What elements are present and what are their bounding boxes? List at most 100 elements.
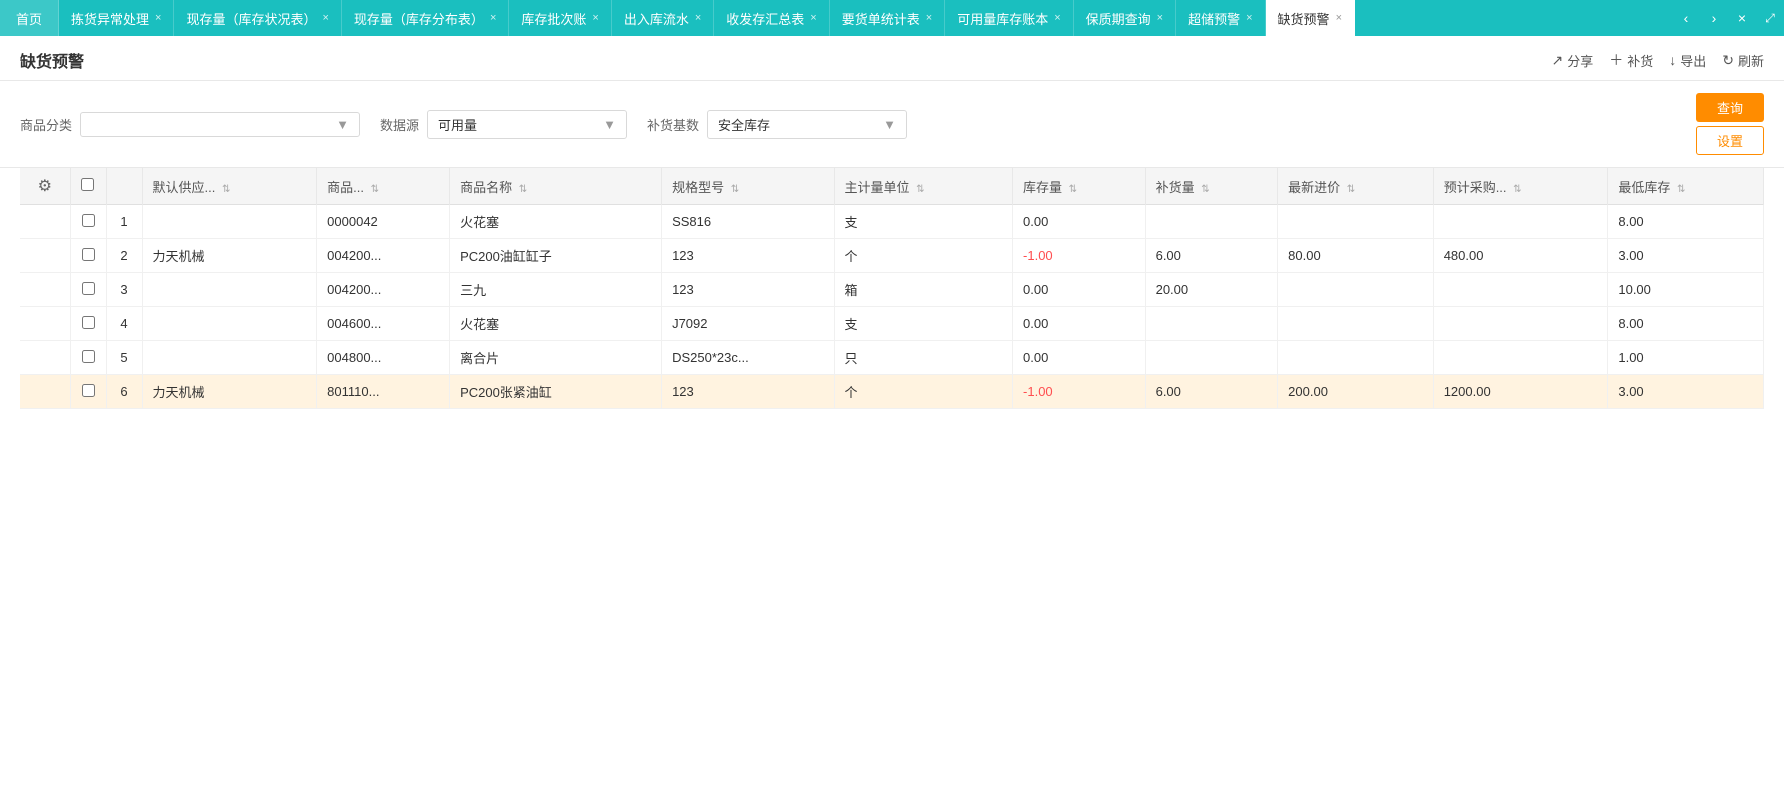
- tab-close-batch-account[interactable]: ×: [592, 12, 598, 24]
- tab-close-shortage[interactable]: ×: [1336, 12, 1342, 24]
- row-checkbox[interactable]: [82, 214, 95, 227]
- col-product-code-header[interactable]: 商品... ⇅: [317, 168, 450, 205]
- settings-button[interactable]: 设置: [1696, 126, 1764, 155]
- col-supplier-header[interactable]: 默认供应... ⇅: [142, 168, 317, 205]
- row-estimated-purchase-cell: 1200.00: [1433, 375, 1608, 409]
- row-checkbox[interactable]: [82, 384, 95, 397]
- tab-receive-summary[interactable]: 收发存汇总表 ×: [714, 0, 829, 36]
- row-min-stock-cell: 1.00: [1608, 341, 1764, 375]
- tab-close-available-ledger[interactable]: ×: [1054, 12, 1060, 24]
- row-replenish-qty-cell: [1145, 307, 1278, 341]
- col-latest-price-header[interactable]: 最新进价 ⇅: [1278, 168, 1434, 205]
- min-stock-sort-icon: ⇅: [1677, 184, 1685, 195]
- col-num-header: [106, 168, 142, 205]
- tab-inventory-dist[interactable]: 现存量（库存分布表） ×: [342, 0, 509, 36]
- refresh-icon: ↻: [1722, 52, 1734, 69]
- row-settings-cell: [20, 239, 70, 273]
- tab-exception[interactable]: 拣货异常处理 ×: [59, 0, 174, 36]
- tab-close-inout-flow[interactable]: ×: [695, 12, 701, 24]
- row-checkbox-cell[interactable]: [70, 205, 106, 239]
- col-estimated-purchase-header[interactable]: 预计采购... ⇅: [1433, 168, 1608, 205]
- row-checkbox-cell[interactable]: [70, 273, 106, 307]
- tab-batch-account[interactable]: 库存批次账 ×: [509, 0, 611, 36]
- col-stock-header[interactable]: 库存量 ⇅: [1013, 168, 1146, 205]
- row-spec-cell: SS816: [662, 205, 834, 239]
- row-stock-cell: 0.00: [1013, 307, 1146, 341]
- row-checkbox-cell[interactable]: [70, 307, 106, 341]
- tab-close-expiry-query[interactable]: ×: [1157, 12, 1163, 24]
- col-replenish-header[interactable]: 补货量 ⇅: [1145, 168, 1278, 205]
- tab-prev-button[interactable]: ‹: [1672, 10, 1700, 26]
- refresh-button[interactable]: ↻ 刷新: [1722, 51, 1764, 70]
- replenish-sort-icon: ⇅: [1201, 184, 1209, 195]
- main-content: 缺货预警 ↗ 分享 ＋ 补货 ↓ 导出 ↻ 刷新: [0, 36, 1784, 796]
- row-min-stock-cell: 8.00: [1608, 307, 1764, 341]
- tab-inout-flow[interactable]: 出入库流水 ×: [612, 0, 714, 36]
- row-product-name-cell: 离合片: [450, 341, 662, 375]
- row-num-cell: 3: [106, 273, 142, 307]
- query-button[interactable]: 查询: [1696, 93, 1764, 122]
- row-stock-cell: 0.00: [1013, 273, 1146, 307]
- row-checkbox[interactable]: [82, 316, 95, 329]
- tab-overstock[interactable]: 超储预警 ×: [1176, 0, 1265, 36]
- tab-close-receive-summary[interactable]: ×: [810, 12, 816, 24]
- tab-demand-stats[interactable]: 要货单统计表 ×: [830, 0, 945, 36]
- row-spec-cell: 123: [662, 273, 834, 307]
- tab-shortage[interactable]: 缺货预警 ×: [1266, 0, 1355, 36]
- row-checkbox-cell[interactable]: [70, 375, 106, 409]
- share-button[interactable]: ↗ 分享: [1551, 51, 1593, 70]
- row-num-cell: 6: [106, 375, 142, 409]
- row-product-name-cell: 火花塞: [450, 205, 662, 239]
- col-settings[interactable]: ⚙: [20, 168, 70, 205]
- replenish-basis-select-arrow: ▼: [883, 117, 896, 132]
- select-all-checkbox[interactable]: [81, 178, 94, 191]
- row-supplier-cell: [142, 307, 317, 341]
- row-product-code-cell: 0000042: [317, 205, 450, 239]
- tab-inventory-status[interactable]: 现存量（库存状况表） ×: [174, 0, 341, 36]
- col-min-stock-header[interactable]: 最低库存 ⇅: [1608, 168, 1764, 205]
- row-checkbox-cell[interactable]: [70, 239, 106, 273]
- tab-home[interactable]: 首页: [0, 0, 59, 36]
- category-select[interactable]: ▼: [80, 112, 360, 137]
- tab-expand-button[interactable]: ⤢: [1756, 11, 1784, 26]
- supplier-sort-icon: ⇅: [222, 184, 230, 195]
- row-replenish-qty-cell: [1145, 205, 1278, 239]
- tab-close-overstock[interactable]: ×: [1246, 12, 1252, 24]
- tab-close-inventory-status[interactable]: ×: [322, 12, 328, 24]
- tab-expiry-query[interactable]: 保质期查询 ×: [1074, 0, 1176, 36]
- page-header: 缺货预警 ↗ 分享 ＋ 补货 ↓ 导出 ↻ 刷新: [0, 36, 1784, 81]
- replenish-button[interactable]: ＋ 补货: [1609, 50, 1653, 70]
- row-checkbox[interactable]: [82, 350, 95, 363]
- row-spec-cell: 123: [662, 239, 834, 273]
- row-checkbox-cell[interactable]: [70, 341, 106, 375]
- row-num-cell: 5: [106, 341, 142, 375]
- col-product-name-header[interactable]: 商品名称 ⇅: [450, 168, 662, 205]
- row-checkbox[interactable]: [82, 282, 95, 295]
- replenish-basis-select[interactable]: 安全库存 ▼: [707, 110, 907, 139]
- replenish-basis-select-value: 安全库存: [718, 115, 770, 134]
- row-estimated-purchase-cell: [1433, 307, 1608, 341]
- col-spec-header[interactable]: 规格型号 ⇅: [662, 168, 834, 205]
- datasource-select[interactable]: 可用量 ▼: [427, 110, 627, 139]
- tab-close-demand-stats[interactable]: ×: [926, 12, 932, 24]
- tab-next-button[interactable]: ›: [1700, 10, 1728, 26]
- row-spec-cell: J7092: [662, 307, 834, 341]
- row-unit-cell: 个: [834, 239, 1013, 273]
- row-checkbox[interactable]: [82, 248, 95, 261]
- table-row: 3 004200... 三九 123 箱 0.00 20.00 10.00: [20, 273, 1764, 307]
- row-product-name-cell: 三九: [450, 273, 662, 307]
- tab-close-all-button[interactable]: ×: [1728, 10, 1756, 26]
- col-unit-header[interactable]: 主计量单位 ⇅: [834, 168, 1013, 205]
- row-product-name-cell: PC200张紧油缸: [450, 375, 662, 409]
- tab-available-ledger[interactable]: 可用量库存账本 ×: [945, 0, 1073, 36]
- row-product-name-cell: PC200油缸缸子: [450, 239, 662, 273]
- row-min-stock-cell: 10.00: [1608, 273, 1764, 307]
- table-container: ⚙ 默认供应... ⇅ 商品... ⇅: [0, 168, 1784, 796]
- tab-close-exception[interactable]: ×: [155, 12, 161, 24]
- table-row: 5 004800... 离合片 DS250*23c... 只 0.00 1.00: [20, 341, 1764, 375]
- export-button[interactable]: ↓ 导出: [1669, 51, 1706, 70]
- row-supplier-cell: [142, 273, 317, 307]
- estimated-purchase-sort-icon: ⇅: [1513, 184, 1521, 195]
- column-settings-icon[interactable]: ⚙: [38, 178, 52, 195]
- tab-close-inventory-dist[interactable]: ×: [490, 12, 496, 24]
